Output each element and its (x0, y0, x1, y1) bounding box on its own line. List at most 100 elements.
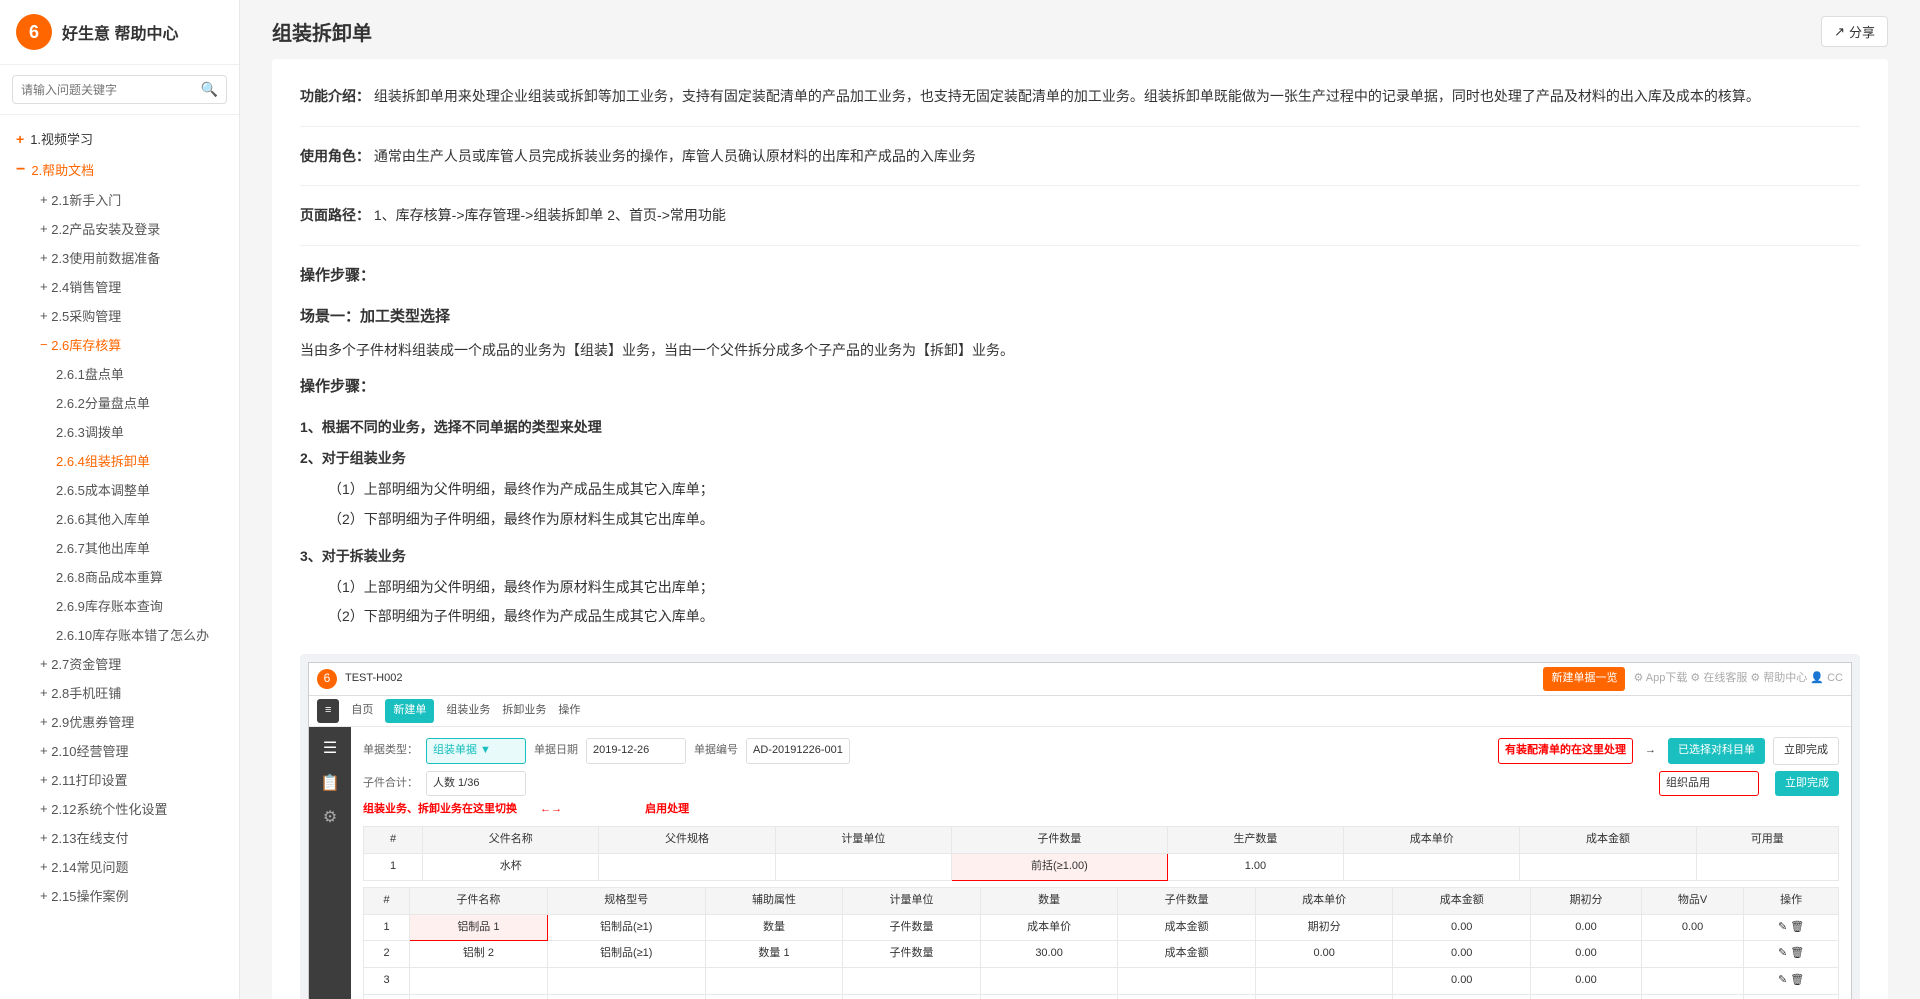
mock-annotation-4: 启用处理 (645, 803, 689, 815)
step-1: 1、根据不同的业务，选择不同单据的类型来处理 (300, 412, 1860, 443)
plus-icon: + (40, 743, 48, 758)
role-section: 使用角色： 通常由生产人员或库管人员完成拆装业务的操作，库管人员确认原材料的出库… (300, 143, 1860, 170)
mock-date-value: 2019-12-26 (586, 738, 686, 764)
sidebar-item-ledger-error[interactable]: 2.6.10库存账本错了怎么办 (40, 620, 239, 649)
plus-icon: + (40, 685, 48, 700)
minus-icon: − (16, 161, 25, 179)
step-2-2: （2）下部明细为子件明细，最终作为原材料生成其它出库单。 (328, 505, 1860, 534)
table-row: 2 铝制 2 铝制品(≥1) 数量 1 子件数量 30.00 成本金额 0.00… (364, 941, 1839, 968)
step-label: 操作步骤： (300, 373, 1860, 400)
mock-new-btn: 新建单据一览 (1543, 667, 1625, 691)
mock-panel-icon-1: ☰ (323, 735, 337, 764)
path-section: 页面路径： 1、库存核算->库存管理->组装拆卸单 2、首页->常用功能 (300, 202, 1860, 229)
search-icon[interactable]: 🔍 (201, 81, 218, 98)
sidebar-item-cost-recalc[interactable]: 2.6.8商品成本重算 (40, 562, 239, 591)
minus-icon: − (40, 337, 48, 352)
sidebar-item-coupon[interactable]: + 2.9优惠券管理 (24, 707, 239, 736)
col-init: 期初分 (1531, 887, 1642, 914)
table-row: 1 水杯 前括(≥1.00) 1.00 (364, 854, 1839, 881)
mock-app: 6 TEST-H002 新建单据一览 ⚙ App下载 ⚙ 在线客服 ⚙ 帮助中心… (308, 662, 1852, 999)
sidebar-item-sales[interactable]: + 2.4销售管理 (24, 272, 239, 301)
scenario1-title: 场景一：加工类型选择 (300, 303, 1860, 330)
mock-left-panel: ☰ 📋 ⚙ ← ↕ (309, 727, 351, 999)
sidebar-item-inventory[interactable]: − 2.6库存核算 (24, 330, 239, 359)
sidebar-item-ops[interactable]: + 2.10经营管理 (24, 736, 239, 765)
col-parent-name: 父件名称 (423, 827, 599, 854)
search-area: 🔍 (0, 65, 239, 115)
mock-finish-btn: 立即完成 (1775, 771, 1839, 797)
sidebar-item-purchase[interactable]: + 2.5采购管理 (24, 301, 239, 330)
sidebar-item-other-outbound[interactable]: 2.6.7其他出库单 (40, 533, 239, 562)
mock-date-label: 单据日期 (534, 741, 578, 761)
sidebar-nav: + 1.视频学习 − 2.帮助文档 + 2.1新手入门 + 2.2产品安装及登录… (0, 115, 239, 999)
feature-intro-label: 功能介绍： (300, 88, 370, 104)
app-logo-icon: 6 (16, 14, 52, 50)
sidebar-item-assembly[interactable]: 2.6.4组装拆卸单 (40, 446, 239, 475)
screenshot-section: 6 TEST-H002 新建单据一览 ⚙ App下载 ⚙ 在线客服 ⚙ 帮助中心… (300, 654, 1860, 999)
sidebar-item-personalize[interactable]: + 2.12系统个性化设置 (24, 794, 239, 823)
sidebar-item-transfer[interactable]: 2.6.3调拨单 (40, 417, 239, 446)
path-content: 1、库存核算->库存管理->组装拆卸单 2、首页->常用功能 (374, 207, 726, 223)
logo-area: 6 好生意 帮助中心 (0, 0, 239, 65)
mock-confirm-btn: 已选择对科目单 (1668, 738, 1765, 764)
page-title: 组装拆卸单 (272, 17, 372, 46)
mock-topbar: 6 TEST-H002 新建单据一览 ⚙ App下载 ⚙ 在线客服 ⚙ 帮助中心… (309, 663, 1851, 696)
col-unit2: 计量单位 (843, 887, 981, 914)
mock-save-btn: 立即完成 (1773, 737, 1839, 765)
col-child-qty: 子件数量 (951, 827, 1167, 854)
share-button[interactable]: ↗ 分享 (1821, 16, 1888, 47)
plus-icon: + (40, 250, 48, 265)
sidebar-item-install[interactable]: + 2.2产品安装及登录 (24, 214, 239, 243)
plus-icon: + (40, 308, 48, 323)
plus-icon: + (40, 221, 48, 236)
sidebar-item-payment[interactable]: + 2.13在线支付 (24, 823, 239, 852)
sidebar-item-video[interactable]: + 1.视频学习 (0, 123, 239, 154)
col-attr: 辅助属性 (705, 887, 843, 914)
col-parent-spec: 父件规格 (599, 827, 775, 854)
col-qty: 数量 (980, 887, 1118, 914)
search-box[interactable]: 🔍 (12, 75, 227, 104)
col-item: 物品V (1642, 887, 1744, 914)
col-unit: 计量单位 (775, 827, 951, 854)
mock-nav-assembly: 组装业务 (446, 701, 490, 721)
path-text: 页面路径： 1、库存核算->库存管理->组装拆卸单 2、首页->常用功能 (300, 202, 1860, 229)
mock-annotation-row: 组装业务、拆卸业务在这里切换 ←→ 启用处理 (363, 800, 1839, 820)
search-input[interactable] (21, 83, 201, 97)
plus-icon: + (40, 830, 48, 845)
sidebar-item-inventory-ledger[interactable]: 2.6.9库存账本查询 (40, 591, 239, 620)
divider-3 (300, 245, 1860, 246)
mock-child-table: # 子件名称 规格型号 辅助属性 计量单位 数量 子件数量 成本单价 成本金额 (363, 887, 1839, 999)
plus-icon: + (40, 279, 48, 294)
mock-panel-icon-3: ⚙ (323, 804, 337, 833)
step-3-1: （1）上部明细为父件明细，最终作为原材料生成其它出库单； (328, 573, 1860, 602)
sidebar-item-print[interactable]: + 2.11打印设置 (24, 765, 239, 794)
operation-header: 操作步骤： (300, 262, 1860, 289)
scenario1-desc: 当由多个子件材料组装成一个成品的业务为【组装】业务，当由一个父件拆分成多个子产品… (300, 338, 1860, 363)
sidebar-item-docs[interactable]: − 2.帮助文档 (0, 154, 239, 185)
main-content: 组装拆卸单 ↗ 分享 功能介绍： 组装拆卸单用来处理企业组装或拆卸等加工业务，支… (240, 0, 1920, 999)
plus-icon: + (40, 888, 48, 903)
plus-icon: + (40, 772, 48, 787)
step-3-2: （2）下部明细为子件明细，最终作为产成品生成其它入库单。 (328, 602, 1860, 631)
plus-icon: + (40, 656, 48, 671)
col-num2: # (364, 887, 410, 914)
mock-nav-ops: 操作 (558, 701, 580, 721)
page-header: 组装拆卸单 ↗ 分享 (240, 0, 1920, 59)
app-name: 好生意 帮助中心 (62, 20, 178, 44)
sidebar-item-cost-adjust[interactable]: 2.6.5成本调整单 (40, 475, 239, 504)
sidebar-item-label: 2.5采购管理 (51, 306, 121, 325)
sidebar-item-finance[interactable]: + 2.7资金管理 (24, 649, 239, 678)
sidebar-item-data-prep[interactable]: + 2.3使用前数据准备 (24, 243, 239, 272)
sidebar-item-newbie[interactable]: + 2.1新手入门 (24, 185, 239, 214)
sidebar-item-label: 2.3使用前数据准备 (51, 248, 160, 267)
sidebar-item-label: 2.6库存核算 (51, 335, 121, 354)
sidebar-item-cases[interactable]: + 2.15操作案例 (24, 881, 239, 910)
sidebar-item-stocktake[interactable]: 2.6.1盘点单 (40, 359, 239, 388)
sidebar-item-other-inbound[interactable]: 2.6.6其他入库单 (40, 504, 239, 533)
plus-icon: + (40, 859, 48, 874)
sidebar-item-faq[interactable]: + 2.14常见问题 (24, 852, 239, 881)
mock-nav-new: 新建单 (385, 699, 434, 723)
sidebar-item-mobile[interactable]: + 2.8手机旺铺 (24, 678, 239, 707)
sidebar-item-partial-stocktake[interactable]: 2.6.2分量盘点单 (40, 388, 239, 417)
mock-app-id: TEST-H002 (345, 669, 402, 689)
